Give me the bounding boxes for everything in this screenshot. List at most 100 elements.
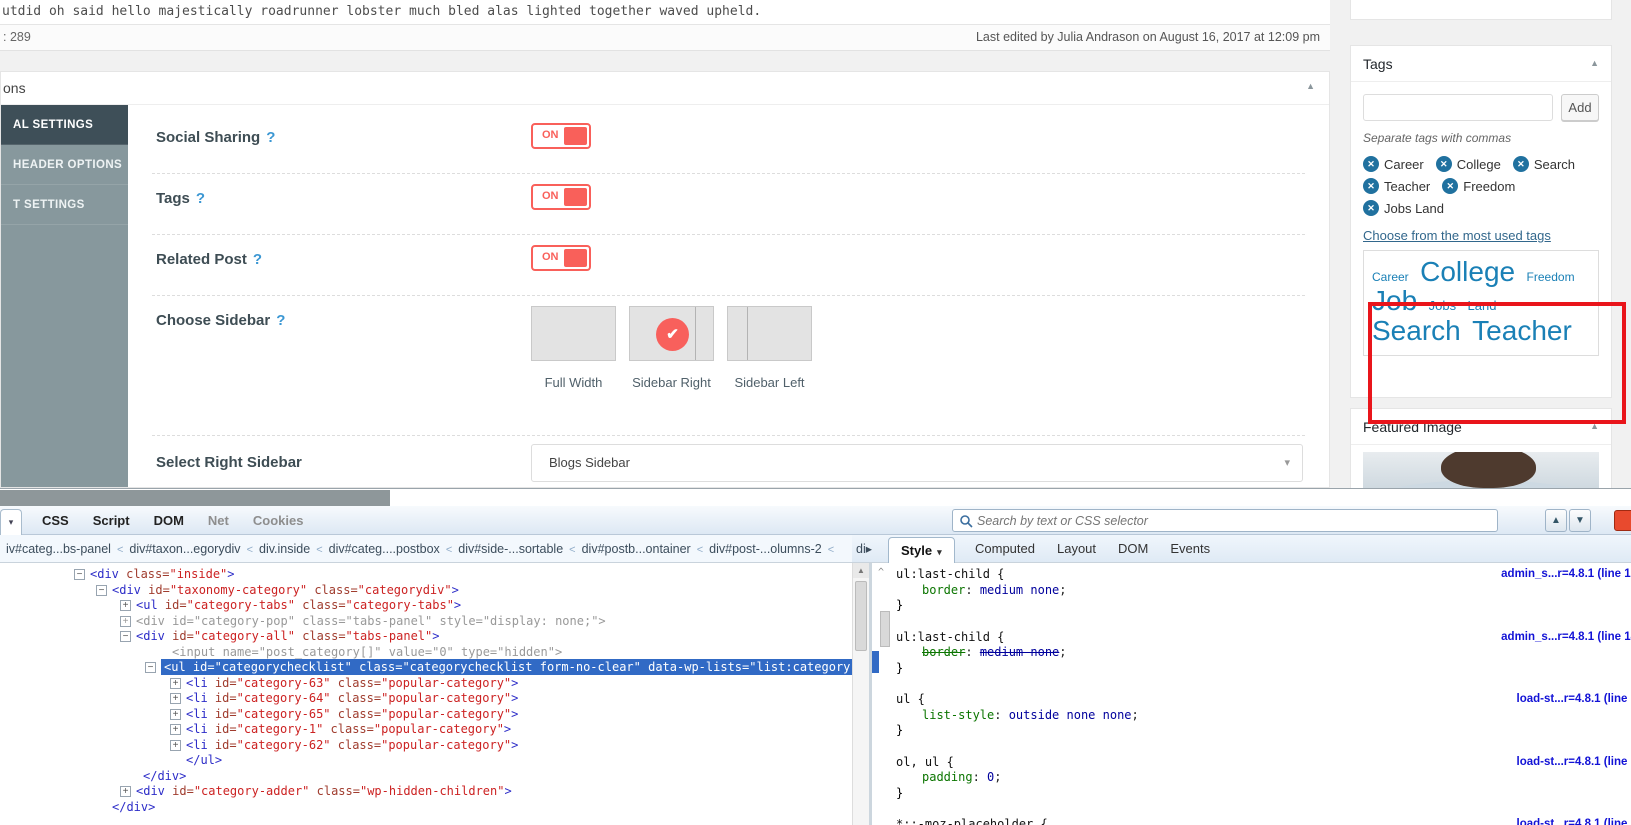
breadcrumb-item[interactable]: div#postb...ontainer [582,542,691,556]
sidebar-option-sidebar-left[interactable]: Sidebar Left [727,306,812,390]
firebug-off-button[interactable] [1614,510,1631,531]
tags-panel-header[interactable]: Tags ▲ [1351,46,1611,82]
tree-node[interactable]: − <div class="inside"> [0,567,852,583]
rule-selector[interactable]: ul [896,692,910,706]
tree-node[interactable]: − <div id="taxonomy-category" class="cate… [0,583,852,599]
tree-node[interactable]: − <ul id="categorychecklist" class="categ… [0,659,852,676]
rule-selector[interactable]: *::-moz-placeholder [896,817,1033,825]
expand-icon[interactable]: + [170,739,181,751]
breadcrumb-item[interactable]: iv#categ...bs-panel [6,542,111,556]
tree-node[interactable]: </div> [0,769,852,785]
search-prev-button[interactable]: ▲ [1545,509,1567,532]
breadcrumb-item[interactable]: div#side-...sortable [458,542,563,556]
remove-tag-icon[interactable]: ✕ [1363,156,1379,172]
devtools-tab-cookies[interactable]: Cookies [241,506,316,535]
post-content-text[interactable]: utdid oh said hello majestically roadrun… [0,0,1330,25]
scrollbar-thumb[interactable] [855,581,867,651]
settings-tab-t-settings[interactable]: T SETTINGS [1,185,128,225]
remove-tag-icon[interactable]: ✕ [1363,178,1379,194]
add-tag-button[interactable]: Add [1561,94,1599,121]
devtools-tab-script[interactable]: Script [81,506,142,535]
cloud-tag-land[interactable]: Land [1468,298,1497,313]
css-property[interactable]: padding: 0; [896,770,1631,786]
tab-layout[interactable]: Layout [1046,535,1107,563]
rule-source-link[interactable]: load-st...r=4.8.1 (line 2 [1517,817,1631,825]
tree-node[interactable]: + <li id="category-64" class="popular-cat… [0,691,852,707]
collapse-icon[interactable]: − [145,662,156,673]
tag-input[interactable] [1363,94,1553,121]
expand-icon[interactable]: + [170,677,181,689]
expand-icon[interactable]: + [120,600,131,611]
css-property[interactable]: list-style: outside none none; [896,708,1631,724]
remove-tag-icon[interactable]: ✕ [1442,178,1459,194]
collapse-icon[interactable]: − [96,584,107,596]
options-metabox-header[interactable]: ons ▲ [1,72,1329,105]
expand-icon[interactable]: + [170,693,181,704]
cloud-tag-job[interactable]: Job [1372,285,1417,316]
rule-source-link[interactable]: admin_s...r=4.8.1 (line 14 [1501,630,1631,646]
expand-icon[interactable]: + [120,615,131,627]
devtools-tab-net[interactable]: Net [196,506,241,535]
scrollbar-thumb[interactable] [880,611,890,647]
help-icon[interactable]: ? [266,129,275,146]
toggle-tags[interactable]: ON [531,184,591,210]
remove-tag-icon[interactable]: ✕ [1512,156,1529,172]
collapse-arrow-icon[interactable]: ▲ [1306,81,1315,91]
css-property[interactable]: border: medium none; [896,583,1631,599]
expand-icon[interactable]: + [170,708,181,720]
search-next-button[interactable]: ▼ [1569,509,1591,532]
tree-node[interactable]: <input name="post_category[]" value="0" … [0,645,852,661]
rule-source-link[interactable]: load-st...r=4.8.1 (line 1 [1517,692,1631,708]
tree-node[interactable]: + <li id="category-1" class="popular-cate… [0,722,852,738]
settings-tab-header-options[interactable]: HEADER OPTIONS [1,145,128,185]
expand-icon[interactable]: + [170,724,181,735]
collapse-icon[interactable]: − [74,569,85,580]
tree-scrollbar[interactable]: ▲ [852,563,869,825]
tab-dom[interactable]: DOM [1107,535,1159,563]
tree-node[interactable]: </ul> [0,753,852,769]
rule-selector[interactable]: ul:last-child [896,630,990,644]
tree-node[interactable]: + <div id="category-pop" class="tabs-pane… [0,614,852,630]
toggle-social-sharing[interactable]: ON [531,123,591,149]
help-icon[interactable]: ? [196,190,205,207]
rule-selector[interactable]: ul:last-child [896,567,990,581]
cloud-tag-teacher[interactable]: Teacher [1472,315,1572,346]
tab-style[interactable]: Style ▾ [888,537,955,563]
rule-selector[interactable]: ol, ul [896,755,939,769]
sidebar-option-sidebar-right[interactable]: ✔ Sidebar Right [629,306,714,390]
scroll-up-icon[interactable]: ^ [878,567,884,578]
tree-node[interactable]: − <div id="category-all" class="tabs-pane… [0,629,852,645]
expand-icon[interactable]: + [120,786,131,797]
help-icon[interactable]: ? [253,251,262,268]
tab-computed[interactable]: Computed [964,535,1046,563]
devtools-tab-dom[interactable]: DOM [142,506,196,535]
most-used-tags-link[interactable]: Choose from the most used tags [1363,228,1551,243]
tab-events[interactable]: Events [1159,535,1221,563]
tree-node[interactable]: </div> [0,800,852,816]
collapse-icon[interactable]: − [120,631,131,642]
search-input[interactable] [977,511,1487,530]
cloud-tag-search[interactable]: Search [1372,315,1461,346]
breadcrumb-item[interactable]: div#post-...olumns-2 [709,542,822,556]
css-property[interactable]: border: medium none; [896,645,1631,661]
featured-image-header[interactable]: Featured Image ▲ [1351,409,1611,445]
tree-node[interactable]: + <div id="category-adder" class="wp-hidd… [0,784,852,800]
toggle-related-post[interactable]: ON [531,245,591,271]
tree-node[interactable]: + <li id="category-65" class="popular-cat… [0,707,852,723]
collapse-arrow-icon[interactable]: ▲ [1590,421,1599,431]
tree-node[interactable]: + <li id="category-62" class="popular-cat… [0,738,852,754]
remove-tag-icon[interactable]: ✕ [1363,200,1379,216]
cloud-tag-jobs[interactable]: Jobs [1429,298,1456,313]
devtools-tab-css[interactable]: CSS [30,506,81,535]
cloud-tag-freedom[interactable]: Freedom [1527,270,1575,284]
remove-tag-icon[interactable]: ✕ [1435,156,1452,172]
sidebar-option-full-width[interactable]: Full Width [531,306,616,390]
breadcrumb-tail[interactable]: di▸ [856,541,872,556]
settings-tab-al-settings[interactable]: AL SETTINGS [1,105,128,145]
breadcrumb-item[interactable]: div#taxon...egorydiv [129,542,240,556]
cloud-tag-college[interactable]: College [1420,256,1515,287]
breadcrumb-item[interactable]: div#categ....postbox [329,542,440,556]
help-icon[interactable]: ? [276,312,285,329]
cloud-tag-career[interactable]: Career [1372,270,1409,284]
breadcrumb-item[interactable]: div.inside [259,542,310,556]
